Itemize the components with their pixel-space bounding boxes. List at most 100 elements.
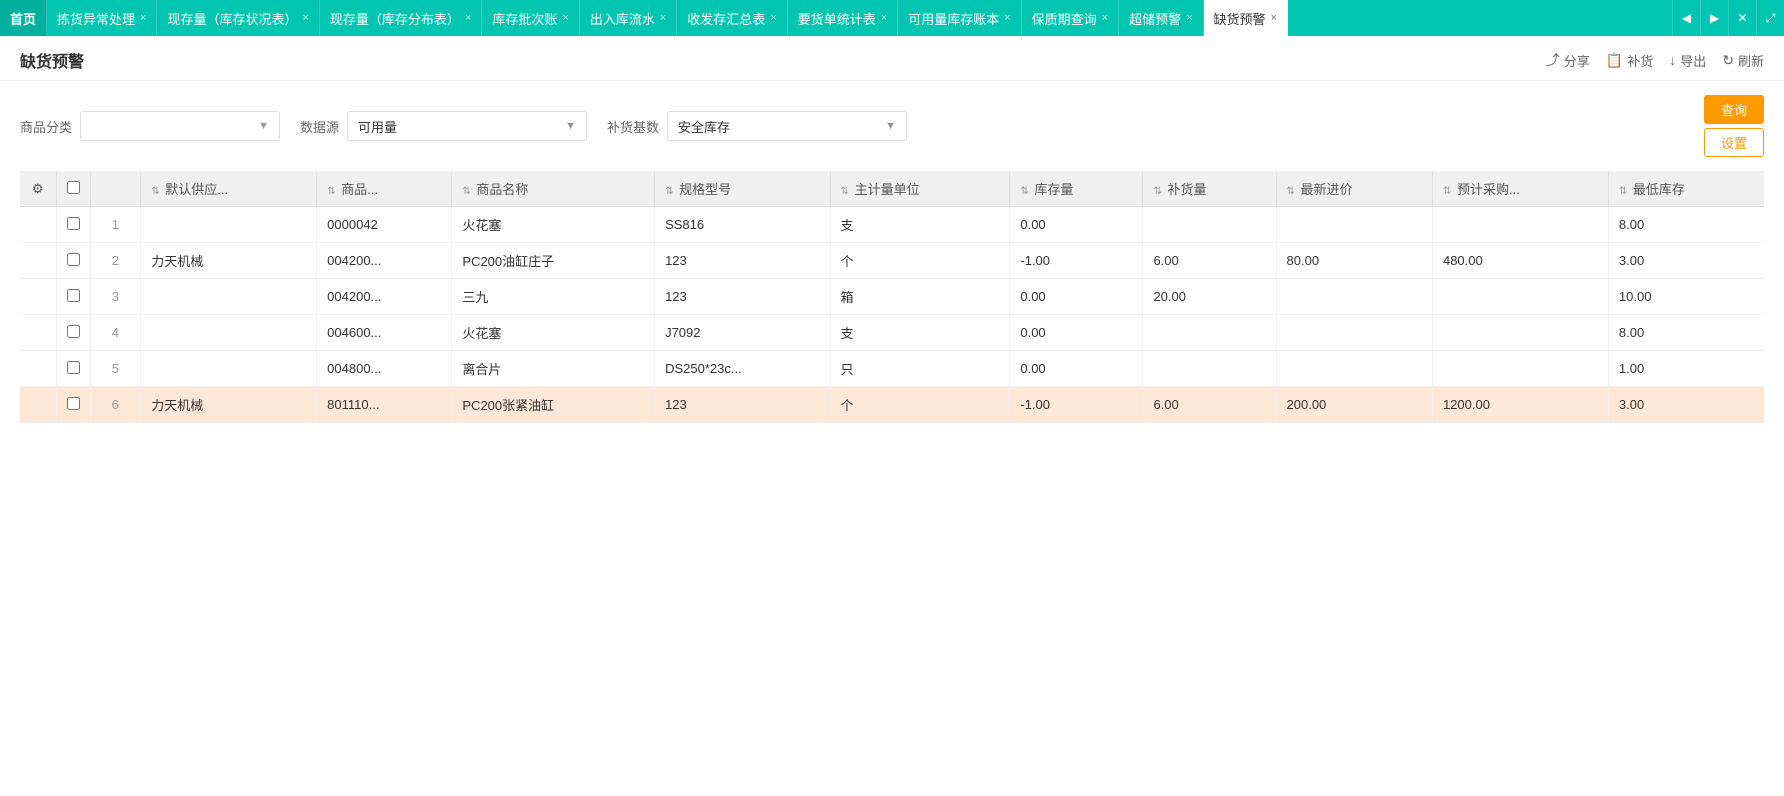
nav-expand-button[interactable]: ⤢ [1756, 0, 1784, 36]
column-product-name[interactable]: ⇅ 商品名称 [452, 171, 655, 207]
restock-button[interactable]: 📋 补货 [1606, 51, 1653, 70]
row-latest-price [1276, 279, 1432, 315]
row-product-code: 0000042 [317, 207, 452, 243]
export-button[interactable]: ↓ 导出 [1669, 51, 1706, 70]
column-restock-qty[interactable]: ⇅ 补货量 [1143, 171, 1276, 207]
page-header: 缺货预警 ⤴ 分享 📋 补货 ↓ 导出 ↻ 刷新 [0, 36, 1784, 81]
row-checkbox[interactable] [67, 253, 80, 266]
column-min-stock[interactable]: ⇅ 最低库存 [1608, 171, 1764, 207]
nav-tab-stock-batch[interactable]: 库存批次账 × [482, 0, 579, 36]
row-checkbox-cell[interactable] [56, 243, 90, 279]
row-min-stock: 3.00 [1608, 243, 1764, 279]
row-gear-cell [20, 207, 56, 243]
nav-close-button[interactable]: ✕ [1728, 0, 1756, 36]
row-checkbox[interactable] [67, 289, 80, 302]
nav-tab-close[interactable]: × [1102, 12, 1108, 24]
row-default-supplier [141, 351, 317, 387]
column-header-label: 商品... [341, 182, 378, 197]
filter-area: 商品分类 ▼ 数据源 可用量 ▼ 补货基数 安全库存 ▼ 查询 设置 [0, 81, 1784, 171]
row-checkbox-cell[interactable] [56, 207, 90, 243]
column-header-label: 默认供应... [165, 182, 228, 197]
row-gear-cell [20, 387, 56, 423]
nav-tab-recv-send[interactable]: 收发存汇总表 × [677, 0, 787, 36]
refresh-button[interactable]: ↻ 刷新 [1722, 51, 1764, 70]
row-checkbox[interactable] [67, 361, 80, 374]
row-product-code: 004200... [317, 279, 452, 315]
row-default-supplier: 力天机械 [141, 243, 317, 279]
row-stock-qty: -1.00 [1010, 387, 1143, 423]
column-stock-qty[interactable]: ⇅ 库存量 [1010, 171, 1143, 207]
nav-tab-close[interactable]: × [881, 12, 887, 24]
table-row: 6 力天机械 801110... PC200张紧油缸 123 个 -1.00 6… [20, 387, 1764, 423]
nav-tab-close[interactable]: × [1271, 12, 1277, 24]
category-select[interactable]: ▼ [80, 111, 280, 141]
column-header-label: 补货量 [1167, 182, 1206, 197]
row-latest-price [1276, 351, 1432, 387]
row-checkbox[interactable] [67, 397, 80, 410]
nav-tab-stock-status[interactable]: 现存量（库存状况表） × [157, 0, 319, 36]
row-checkbox[interactable] [67, 325, 80, 338]
share-button[interactable]: ⤴ 分享 [1546, 50, 1590, 70]
row-unit: 个 [830, 243, 1010, 279]
row-restock-qty: 20.00 [1143, 279, 1276, 315]
nav-tab-stock-dist[interactable]: 现存量（库存分布表） × [320, 0, 482, 36]
nav-tab-label: 库存批次账 [492, 9, 557, 28]
settings-button[interactable]: 设置 [1704, 128, 1764, 157]
nav-tab-inout-flow[interactable]: 出入库流水 × [580, 0, 677, 36]
nav-tab-demand-stat[interactable]: 要货单统计表 × [788, 0, 898, 36]
nav-tab-close[interactable]: × [1186, 12, 1192, 24]
row-unit: 只 [830, 351, 1010, 387]
chevron-down-icon: ▼ [565, 120, 576, 132]
nav-tab-close[interactable]: × [660, 12, 666, 24]
datasource-select-value: 可用量 [358, 117, 397, 136]
restock-label: 补货 [1627, 51, 1653, 70]
column-unit[interactable]: ⇅ 主计量单位 [830, 171, 1010, 207]
column-header-label: 最新进价 [1301, 182, 1353, 197]
row-checkbox-cell[interactable] [56, 387, 90, 423]
row-spec: 123 [655, 243, 830, 279]
column-latest-price[interactable]: ⇅ 最新进价 [1276, 171, 1432, 207]
restock-basis-select[interactable]: 安全库存 ▼ [667, 111, 907, 141]
nav-tab-close[interactable]: × [140, 12, 146, 24]
datasource-select[interactable]: 可用量 ▼ [347, 111, 587, 141]
column-default-supplier[interactable]: ⇅ 默认供应... [141, 171, 317, 207]
column-est-purchase[interactable]: ⇅ 预计采购... [1432, 171, 1608, 207]
row-stock-qty: 0.00 [1010, 279, 1143, 315]
nav-tab-close[interactable]: × [562, 12, 568, 24]
row-stock-qty: 0.00 [1010, 207, 1143, 243]
column-gear[interactable]: ⚙ [20, 171, 56, 207]
column-checkbox [56, 171, 90, 207]
nav-tab-overstock-warn[interactable]: 超储预警 × [1119, 0, 1203, 36]
row-checkbox-cell[interactable] [56, 315, 90, 351]
nav-tab-close[interactable]: × [1004, 12, 1010, 24]
nav-tab-label: 缺货预警 [1214, 9, 1266, 28]
row-checkbox[interactable] [67, 217, 80, 230]
refresh-icon: ↻ [1722, 52, 1734, 69]
nav-tab-pick-err[interactable]: 拣货异常处理 × [47, 0, 157, 36]
nav-tab-expiry-query[interactable]: 保质期查询 × [1022, 0, 1119, 36]
nav-prev-button[interactable]: ◀ [1672, 0, 1700, 36]
query-button[interactable]: 查询 [1704, 95, 1764, 124]
row-restock-qty [1143, 315, 1276, 351]
select-all-checkbox[interactable] [67, 181, 80, 194]
row-spec: 123 [655, 279, 830, 315]
column-product-code[interactable]: ⇅ 商品... [317, 171, 452, 207]
nav-tab-close[interactable]: × [302, 12, 308, 24]
nav-tab-avail-book[interactable]: 可用量库存账本 × [898, 0, 1021, 36]
row-checkbox-cell[interactable] [56, 279, 90, 315]
nav-tab-home[interactable]: 首页 [0, 0, 47, 36]
row-gear-cell [20, 279, 56, 315]
nav-next-button[interactable]: ▶ [1700, 0, 1728, 36]
column-spec[interactable]: ⇅ 规格型号 [655, 171, 830, 207]
row-latest-price: 80.00 [1276, 243, 1432, 279]
row-latest-price [1276, 315, 1432, 351]
row-checkbox-cell[interactable] [56, 351, 90, 387]
row-est-purchase [1432, 279, 1608, 315]
row-min-stock: 8.00 [1608, 315, 1764, 351]
nav-tab-shortage-warn[interactable]: 缺货预警 × [1204, 0, 1288, 36]
column-header-label: 最低库存 [1633, 182, 1685, 197]
nav-tab-close[interactable]: × [770, 12, 776, 24]
row-est-purchase: 480.00 [1432, 243, 1608, 279]
nav-tab-close[interactable]: × [465, 12, 471, 24]
row-default-supplier [141, 315, 317, 351]
